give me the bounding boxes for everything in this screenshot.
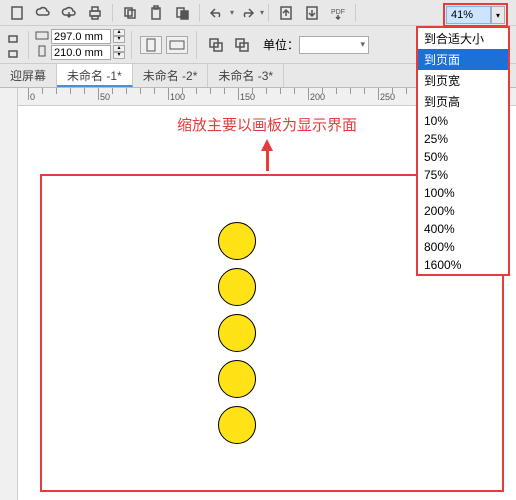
zoom-option-50[interactable]: 50% <box>418 148 508 166</box>
separator <box>268 4 269 22</box>
portrait-button[interactable] <box>140 36 162 54</box>
zoom-option-10[interactable]: 10% <box>418 112 508 130</box>
dropdown-caret-icon[interactable]: ▾ <box>230 8 234 17</box>
yellow-circle-shape[interactable] <box>218 268 256 306</box>
copy-icon[interactable] <box>119 2 141 24</box>
zoom-option-height[interactable]: 到页高 <box>418 91 508 112</box>
tab-untitled-2[interactable]: 未命名 -2* <box>133 64 209 87</box>
paste-icon[interactable] <box>145 2 167 24</box>
zoom-option-fit[interactable]: 到合适大小 <box>418 28 508 49</box>
zoom-option-1600[interactable]: 1600% <box>418 256 508 274</box>
zoom-dropdown-button[interactable]: ▾ <box>491 6 505 24</box>
new-doc-icon[interactable] <box>6 2 28 24</box>
import-icon[interactable] <box>275 2 297 24</box>
height-spinner[interactable]: ▴▾ <box>113 45 125 60</box>
zoom-level-group: ▾ <box>443 3 508 27</box>
ruler-tick-label: 0 <box>30 92 35 102</box>
zoom-option-200[interactable]: 200% <box>418 202 508 220</box>
svg-text:PDF: PDF <box>331 9 345 16</box>
yellow-circle-shape[interactable] <box>218 406 256 444</box>
toolbar-main: ▾ ▾ PDF ▾ <box>0 0 516 26</box>
separator <box>199 4 200 22</box>
chevron-down-icon: ▾ <box>496 11 500 20</box>
ruler-vertical <box>0 88 18 500</box>
page-dimensions: ▴▾ ▴▾ <box>35 29 125 60</box>
height-icon <box>35 45 49 60</box>
zoom-option-width[interactable]: 到页宽 <box>418 70 508 91</box>
arrow-up-icon <box>261 139 273 151</box>
pdf-export-icon[interactable]: PDF <box>327 2 349 24</box>
redo-icon[interactable] <box>236 2 258 24</box>
arrange-front-icon[interactable] <box>205 34 227 56</box>
lock-height-icon[interactable] <box>6 45 20 59</box>
yellow-circle-shape[interactable] <box>218 314 256 352</box>
tab-untitled-1[interactable]: 未命名 -1* <box>57 64 133 87</box>
width-icon <box>35 29 49 44</box>
separator <box>355 4 356 22</box>
zoom-option-25[interactable]: 25% <box>418 130 508 148</box>
zoom-dropdown-menu: 到合适大小 到页面 到页宽 到页高 10% 25% 50% 75% 100% 2… <box>416 26 510 276</box>
tab-untitled-3[interactable]: 未命名 -3* <box>208 64 284 87</box>
yellow-circle-shape[interactable] <box>218 222 256 260</box>
export-icon[interactable] <box>301 2 323 24</box>
separator <box>196 31 197 59</box>
zoom-option-75[interactable]: 75% <box>418 166 508 184</box>
tab-welcome[interactable]: 迎屏幕 <box>0 64 57 87</box>
width-spinner[interactable]: ▴▾ <box>113 29 125 44</box>
landscape-button[interactable] <box>166 36 188 54</box>
print-icon[interactable] <box>84 2 106 24</box>
unit-label: 单位： <box>263 36 299 53</box>
zoom-option-100[interactable]: 100% <box>418 184 508 202</box>
lock-width-icon[interactable] <box>6 30 20 44</box>
page-height-input[interactable] <box>51 45 111 60</box>
dropdown-caret-icon[interactable]: ▾ <box>260 8 264 17</box>
arrange-back-icon[interactable] <box>231 34 253 56</box>
clipboard-icon[interactable] <box>171 2 193 24</box>
cloud-open-icon[interactable] <box>32 2 54 24</box>
zoom-option-800[interactable]: 800% <box>418 238 508 256</box>
zoom-option-400[interactable]: 400% <box>418 220 508 238</box>
separator <box>131 31 132 59</box>
unit-dropdown[interactable] <box>299 36 369 54</box>
arrow-stem <box>265 151 268 171</box>
page-width-input[interactable] <box>51 29 111 44</box>
cloud-save-icon[interactable] <box>58 2 80 24</box>
yellow-circle-shape[interactable] <box>218 360 256 398</box>
undo-icon[interactable] <box>206 2 228 24</box>
separator <box>28 31 29 59</box>
separator <box>112 4 113 22</box>
annotation-text: 缩放主要以画板为显示界面 <box>177 114 357 171</box>
zoom-option-page[interactable]: 到页面 <box>418 49 508 70</box>
ruler-tick-label: 50 <box>100 92 110 102</box>
zoom-input[interactable] <box>446 6 491 24</box>
